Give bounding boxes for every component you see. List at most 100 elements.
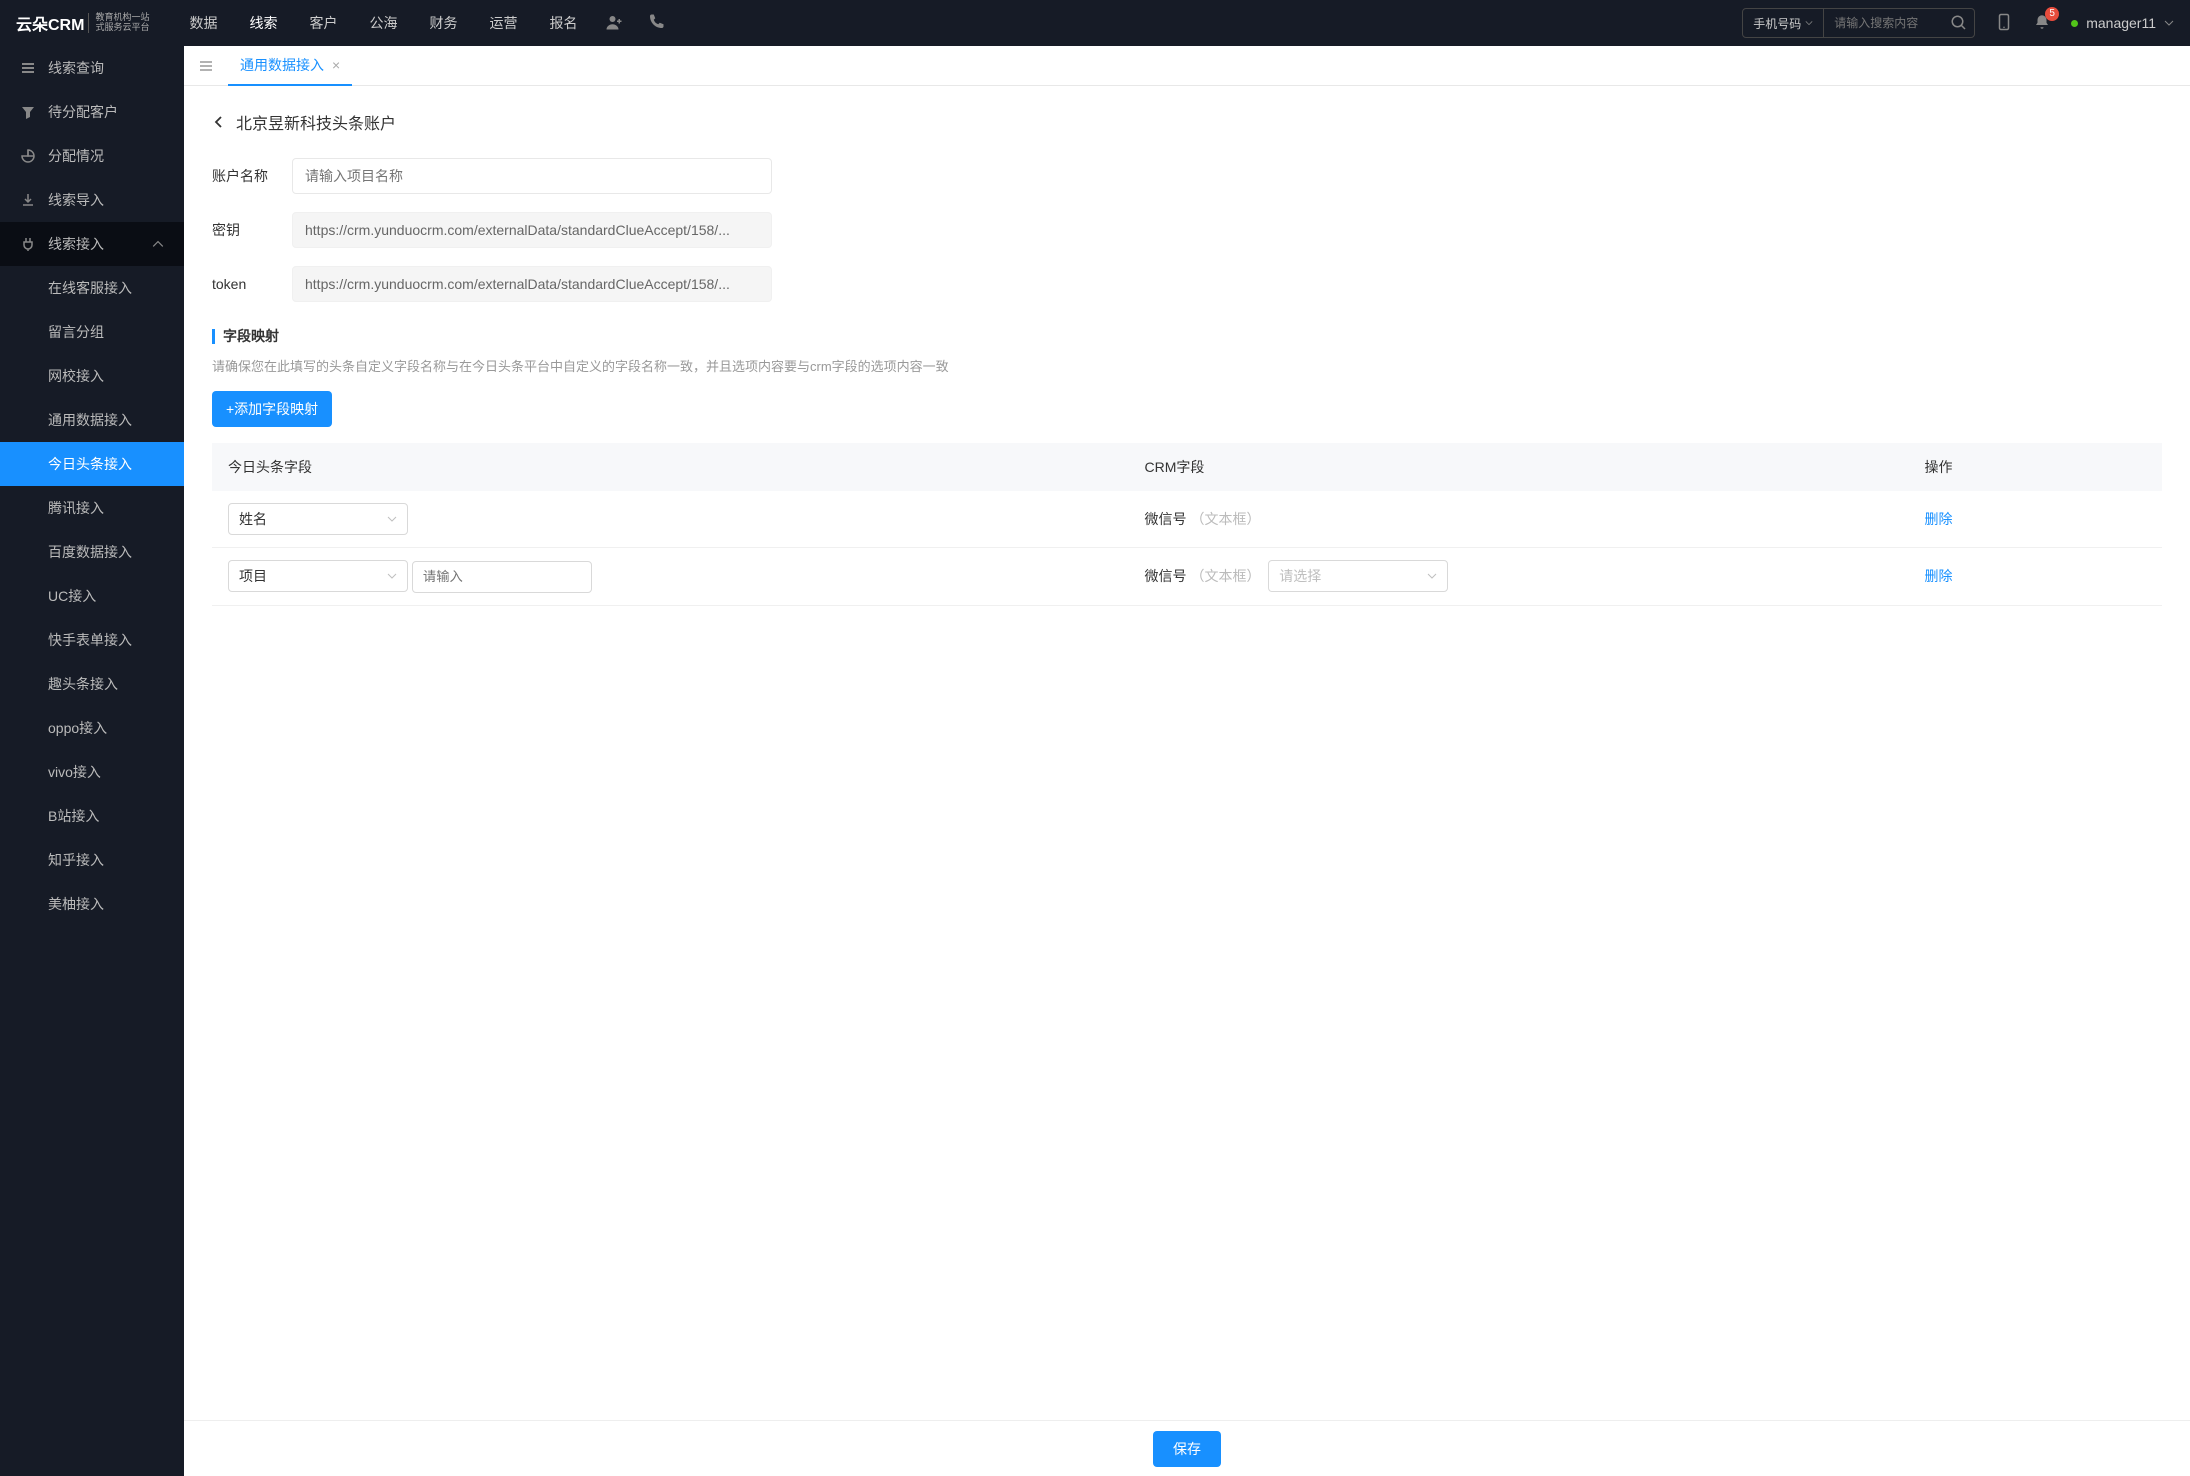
section-header-mapping: 字段映射 (212, 326, 2162, 346)
col-2: 操作 (1909, 443, 2163, 491)
top-bar: 云朵CRM 教育机构一站 式服务云平台 数据 线索 客户 公海 财务 运营 报名 手机号码 … (0, 0, 2190, 46)
section-title: 字段映射 (223, 326, 279, 346)
tab-menu-button[interactable] (192, 52, 220, 80)
nav-运营[interactable]: 运营 (489, 13, 517, 33)
label-secret: 密钥 (212, 220, 272, 240)
input-token[interactable] (292, 266, 772, 302)
chevron-down-icon (387, 514, 397, 524)
col-1: CRM字段 (1129, 443, 1909, 491)
form-row-secret: 密钥 (212, 212, 2162, 248)
plug-icon (20, 236, 36, 252)
mapping-table: 今日头条字段CRM字段操作 姓名微信号（文本框）删除项目 微信号（文本框） 请选… (212, 443, 2162, 606)
chevron-up-icon (152, 238, 164, 250)
sidebar-sub-留言分组[interactable]: 留言分组 (0, 310, 184, 354)
bell-icon[interactable]: 5 (2033, 13, 2051, 34)
sidebar-sub-UC接入[interactable]: UC接入 (0, 574, 184, 618)
pie-icon (20, 148, 36, 164)
delete-link[interactable]: 删除 (1925, 511, 1953, 527)
tab-active[interactable]: 通用数据接入 × (228, 46, 352, 86)
back-icon[interactable] (212, 115, 226, 129)
sidebar-sub-oppo接入[interactable]: oppo接入 (0, 706, 184, 750)
table-row: 项目 微信号（文本框） 请选择 删除 (212, 548, 2162, 606)
logo: 云朵CRM 教育机构一站 式服务云平台 (16, 11, 149, 35)
layout: 线索查询待分配客户分配情况线索导入线索接入在线客服接入留言分组网校接入通用数据接… (0, 46, 2190, 1476)
nav-公海[interactable]: 公海 (369, 13, 397, 33)
user-menu[interactable]: manager11 (2071, 15, 2174, 31)
search-box: 手机号码 (1742, 8, 1975, 38)
main: 通用数据接入 × 北京昱新科技头条账户 账户名称 密钥 token (184, 46, 2190, 1476)
chevron-down-icon (1427, 571, 1437, 581)
sidebar-sub-vivo接入[interactable]: vivo接入 (0, 750, 184, 794)
form-row-account-name: 账户名称 (212, 158, 2162, 194)
input-secret[interactable] (292, 212, 772, 248)
tt-field-select[interactable]: 项目 (228, 560, 408, 592)
delete-link[interactable]: 删除 (1925, 568, 1953, 584)
sidebar: 线索查询待分配客户分配情况线索导入线索接入在线客服接入留言分组网校接入通用数据接… (0, 46, 184, 1476)
status-dot-icon (2071, 20, 2078, 27)
sidebar-sub-趣头条接入[interactable]: 趣头条接入 (0, 662, 184, 706)
sidebar-item-线索接入[interactable]: 线索接入 (0, 222, 184, 266)
footer-bar: 保存 (184, 1420, 2190, 1476)
label-account-name: 账户名称 (212, 166, 272, 186)
search-input[interactable] (1824, 16, 1944, 30)
sidebar-item-分配情况[interactable]: 分配情况 (0, 134, 184, 178)
sidebar-item-线索导入[interactable]: 线索导入 (0, 178, 184, 222)
import-icon (20, 192, 36, 208)
content: 北京昱新科技头条账户 账户名称 密钥 token 字段映射 请确保您在此填写的头… (184, 86, 2190, 1476)
sidebar-sub-今日头条接入[interactable]: 今日头条接入 (0, 442, 184, 486)
tt-extra-input[interactable] (412, 561, 592, 593)
search-icon (1950, 14, 1968, 32)
username: manager11 (2086, 15, 2156, 31)
tt-field-select[interactable]: 姓名 (228, 503, 408, 535)
chevron-down-icon (387, 571, 397, 581)
sidebar-sub-通用数据接入[interactable]: 通用数据接入 (0, 398, 184, 442)
mobile-icon[interactable] (1995, 13, 2013, 34)
table-row: 姓名 微信号（文本框） 删除 (212, 491, 2162, 548)
tab-close-icon[interactable]: × (332, 57, 340, 73)
section-bar-icon (212, 329, 215, 344)
phone-icon[interactable] (647, 13, 665, 34)
add-mapping-button[interactable]: +添加字段映射 (212, 391, 332, 427)
crm-field-label: 微信号（文本框） (1145, 568, 1261, 584)
sidebar-sub-百度数据接入[interactable]: 百度数据接入 (0, 530, 184, 574)
tab-label: 通用数据接入 (240, 55, 324, 75)
input-account-name[interactable] (292, 158, 772, 194)
sidebar-sub-知乎接入[interactable]: 知乎接入 (0, 838, 184, 882)
sidebar-sub-腾讯接入[interactable]: 腾讯接入 (0, 486, 184, 530)
nav-线索[interactable]: 线索 (249, 13, 277, 33)
logo-subtitle: 教育机构一站 式服务云平台 (88, 13, 149, 33)
label-token: token (212, 276, 272, 292)
breadcrumb: 北京昱新科技头条账户 (212, 110, 2162, 134)
crm-field-select[interactable]: 请选择 (1268, 560, 1448, 592)
chevron-down-icon (2164, 18, 2174, 28)
top-nav: 数据 线索 客户 公海 财务 运营 报名 (189, 13, 577, 33)
nav-财务[interactable]: 财务 (429, 13, 457, 33)
sidebar-sub-快手表单接入[interactable]: 快手表单接入 (0, 618, 184, 662)
form-row-token: token (212, 266, 2162, 302)
col-0: 今日头条字段 (212, 443, 1129, 491)
sidebar-sub-网校接入[interactable]: 网校接入 (0, 354, 184, 398)
sidebar-item-线索查询[interactable]: 线索查询 (0, 46, 184, 90)
nav-报名[interactable]: 报名 (549, 13, 577, 33)
sidebar-sub-美柚接入[interactable]: 美柚接入 (0, 882, 184, 926)
notification-badge: 5 (2045, 7, 2059, 21)
menu-icon (199, 59, 213, 73)
sidebar-item-待分配客户[interactable]: 待分配客户 (0, 90, 184, 134)
nav-数据[interactable]: 数据 (189, 13, 217, 33)
logo-brand: 云朵CRM (16, 11, 84, 35)
chevron-down-icon (1805, 19, 1813, 27)
save-button[interactable]: 保存 (1153, 1431, 1221, 1467)
search-selector[interactable]: 手机号码 (1743, 9, 1824, 37)
sidebar-sub-在线客服接入[interactable]: 在线客服接入 (0, 266, 184, 310)
section-hint: 请确保您在此填写的头条自定义字段名称与在今日头条平台中自定义的字段名称一致，并且… (212, 356, 2162, 375)
page-title: 北京昱新科技头条账户 (236, 110, 396, 134)
crm-field-label: 微信号（文本框） (1145, 511, 1261, 527)
nav-客户[interactable]: 客户 (309, 13, 337, 33)
user-add-icon[interactable] (605, 13, 623, 34)
list-icon (20, 60, 36, 76)
search-button[interactable] (1944, 8, 1974, 38)
top-right: 手机号码 5 manager11 (1742, 8, 2174, 38)
filter-icon (20, 104, 36, 120)
top-icons (605, 13, 665, 34)
sidebar-sub-B站接入[interactable]: B站接入 (0, 794, 184, 838)
